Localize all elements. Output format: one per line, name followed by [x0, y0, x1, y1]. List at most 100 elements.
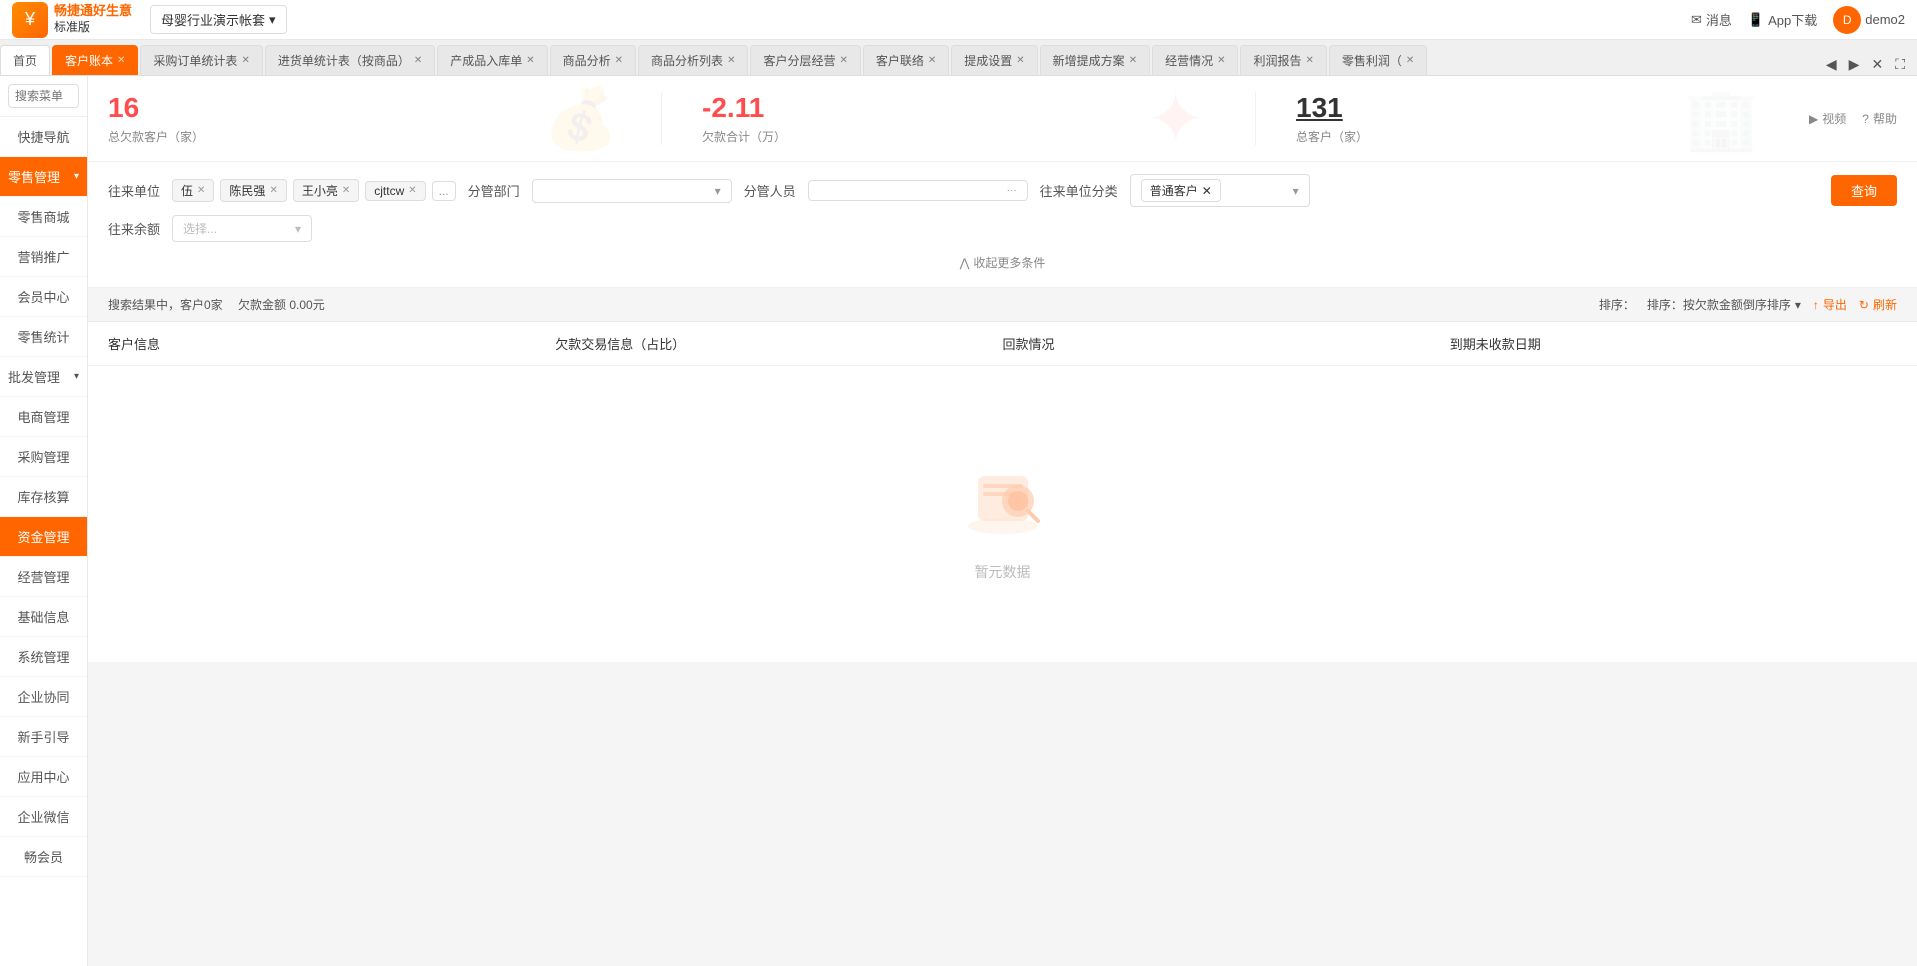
tag-label: 王小亮 — [302, 182, 338, 199]
close-icon[interactable]: ✕ — [727, 55, 735, 66]
balance-select[interactable]: 选择... ▾ — [172, 215, 312, 242]
help-label: 帮助 — [1873, 110, 1897, 127]
close-icon[interactable]: ✕ — [1306, 55, 1314, 66]
stat-total-customers: 💰 16 总欠款客户（家） — [108, 92, 662, 145]
sidebar-item-member[interactable]: 会员中心 — [0, 277, 87, 317]
tab-customer-tier[interactable]: 客户分层经营 ✕ — [750, 45, 860, 75]
tab-business-status[interactable]: 经营情况 ✕ — [1152, 45, 1238, 75]
tab-home[interactable]: 首页 — [0, 45, 50, 75]
sidebar-item-enterprise[interactable]: 企业协同 — [0, 677, 87, 717]
export-button[interactable]: ↑ 导出 — [1813, 296, 1847, 313]
dept-dropdown[interactable]: ▾ — [532, 179, 732, 203]
tab-new-commission[interactable]: 新增提成方案 ✕ — [1040, 45, 1150, 75]
tab-maximize-button[interactable]: ⛶ — [1891, 54, 1909, 75]
category-dropdown[interactable]: 普通客户 ✕ ▾ — [1130, 174, 1310, 207]
tab-label: 商品分析 — [563, 52, 611, 69]
sidebar-item-finance[interactable]: 资金管理 — [0, 517, 87, 557]
sidebar-item-wholesale[interactable]: 批发管理 ▾ — [0, 357, 87, 397]
refresh-label: 刷新 — [1873, 296, 1897, 313]
table-col-customer: 客户信息 — [108, 334, 555, 353]
sidebar-item-app-center[interactable]: 应用中心 — [0, 757, 87, 797]
sidebar-item-basic-info[interactable]: 基础信息 — [0, 597, 87, 637]
logo-title: 畅捷通好生意 — [54, 3, 132, 20]
video-button[interactable]: ▶ 视频 — [1809, 110, 1846, 127]
close-icon[interactable]: ✕ — [117, 55, 125, 66]
sort-button[interactable]: 排序：按欠款金额倒序排序 ▾ — [1647, 296, 1801, 313]
app-download-button[interactable]: 📱 App下载 — [1748, 10, 1817, 29]
account-selector[interactable]: 母婴行业演示帐套 ▾ — [150, 5, 287, 34]
tab-inbound-stats[interactable]: 进货单统计表（按商品） ✕ — [265, 45, 435, 75]
tab-label: 首页 — [13, 52, 37, 69]
remove-category-tag[interactable]: ✕ — [1202, 184, 1212, 198]
tab-purchase-order[interactable]: 采购订单统计表 ✕ — [140, 45, 262, 75]
chevron-down-icon: ▾ — [269, 12, 276, 28]
unit-tags: 伍 ✕ 陈民强 ✕ 王小亮 ✕ cjttcw ✕ ... — [172, 179, 456, 202]
header-left: ¥ 畅捷通好生意 标准版 母婴行业演示帐套 ▾ — [12, 2, 287, 38]
tab-product-analysis[interactable]: 商品分析 ✕ — [550, 45, 636, 75]
chevron-down-icon: ▾ — [1795, 298, 1801, 312]
stat-all-customers-value: 131 — [1296, 92, 1368, 124]
tab-close-all-button[interactable]: ✕ — [1867, 54, 1887, 75]
tab-label: 客户联络 — [876, 52, 924, 69]
sidebar-item-quick-nav[interactable]: 快捷导航 — [0, 117, 87, 157]
main-area: 快捷导航 零售管理 ▾ 零售商城 营销推广 会员中心 零售统计 批发管理 ▾ 电… — [0, 76, 1917, 966]
results-actions: 排序： 排序：按欠款金额倒序排序 ▾ ↑ 导出 ↻ 刷新 — [1599, 296, 1897, 313]
close-icon[interactable]: ✕ — [414, 55, 422, 66]
sidebar-item-operations[interactable]: 经营管理 — [0, 557, 87, 597]
sidebar-item-retail[interactable]: 零售管理 ▾ — [0, 157, 87, 197]
tab-profit-report[interactable]: 利润报告 ✕ — [1240, 45, 1326, 75]
tab-label: 客户分层经营 — [763, 52, 835, 69]
remove-tag-wang[interactable]: ✕ — [342, 185, 350, 196]
search-input[interactable] — [8, 84, 79, 108]
remove-tag-cjttcw[interactable]: ✕ — [408, 185, 416, 196]
close-icon[interactable]: ✕ — [839, 55, 847, 66]
close-icon[interactable]: ✕ — [1217, 55, 1225, 66]
person-input[interactable]: ··· — [808, 180, 1028, 201]
remove-tag-chen[interactable]: ✕ — [269, 185, 277, 196]
tab-product-analysis-list[interactable]: 商品分析列表 ✕ — [638, 45, 748, 75]
remove-tag-wu[interactable]: ✕ — [197, 185, 205, 196]
close-icon[interactable]: ✕ — [241, 55, 249, 66]
tab-customer-contact[interactable]: 客户联络 ✕ — [863, 45, 949, 75]
tab-prev-button[interactable]: ◀ — [1822, 54, 1841, 75]
unit-tag-cjttcw: cjttcw ✕ — [365, 181, 425, 201]
close-icon[interactable]: ✕ — [1406, 55, 1414, 66]
query-button[interactable]: 查询 — [1831, 175, 1897, 206]
refresh-button[interactable]: ↻ 刷新 — [1859, 296, 1897, 313]
tab-label: 采购订单统计表 — [153, 52, 237, 69]
tab-retail-profit[interactable]: 零售利润（ ✕ — [1329, 45, 1427, 75]
ellipsis-icon: ··· — [1007, 185, 1017, 196]
close-icon[interactable]: ✕ — [1129, 55, 1137, 66]
table-col-date: 到期未收款日期 — [1450, 334, 1897, 353]
close-icon[interactable]: ✕ — [615, 55, 623, 66]
sidebar-item-label: 零售管理 — [8, 167, 60, 186]
sidebar-item-marketing[interactable]: 营销推广 — [0, 237, 87, 277]
logo-text: 畅捷通好生意 标准版 — [54, 3, 132, 35]
sidebar-item-inventory[interactable]: 库存核算 — [0, 477, 87, 517]
collapse-button[interactable]: ⋀ 收起更多条件 — [960, 254, 1046, 271]
sidebar-item-retail-stats[interactable]: 零售统计 — [0, 317, 87, 357]
results-bar: 搜索结果中，客户0家 欠款金额 0.00元 排序： 排序：按欠款金额倒序排序 ▾… — [88, 288, 1917, 322]
sidebar-item-guide[interactable]: 新手引导 — [0, 717, 87, 757]
help-icon: ? — [1862, 112, 1869, 126]
close-icon[interactable]: ✕ — [526, 55, 534, 66]
sidebar-item-purchase[interactable]: 采购管理 — [0, 437, 87, 477]
more-tags-button[interactable]: ... — [432, 181, 456, 201]
user-profile[interactable]: D demo2 — [1833, 6, 1905, 34]
tab-production-inbound[interactable]: 产成品入库单 ✕ — [437, 45, 547, 75]
tab-label: 产成品入库单 — [450, 52, 522, 69]
help-button[interactable]: ? 帮助 — [1862, 110, 1897, 127]
sidebar-item-retail-mall[interactable]: 零售商城 — [0, 197, 87, 237]
sidebar-item-ecommerce[interactable]: 电商管理 — [0, 397, 87, 437]
tab-customer-account[interactable]: 客户账本 ✕ — [52, 45, 138, 75]
sidebar-item-member2[interactable]: 畅会员 — [0, 837, 87, 877]
close-icon[interactable]: ✕ — [1016, 55, 1024, 66]
sidebar-item-system[interactable]: 系统管理 — [0, 637, 87, 677]
message-button[interactable]: ✉ 消息 — [1691, 10, 1732, 29]
account-selector-label: 母婴行业演示帐套 — [161, 10, 265, 29]
tab-commission-settings[interactable]: 提成设置 ✕ — [951, 45, 1037, 75]
tab-next-button[interactable]: ▶ — [1845, 54, 1864, 75]
unit-tag-wang: 王小亮 ✕ — [293, 179, 359, 202]
sidebar-item-wechat[interactable]: 企业微信 — [0, 797, 87, 837]
close-icon[interactable]: ✕ — [928, 55, 936, 66]
